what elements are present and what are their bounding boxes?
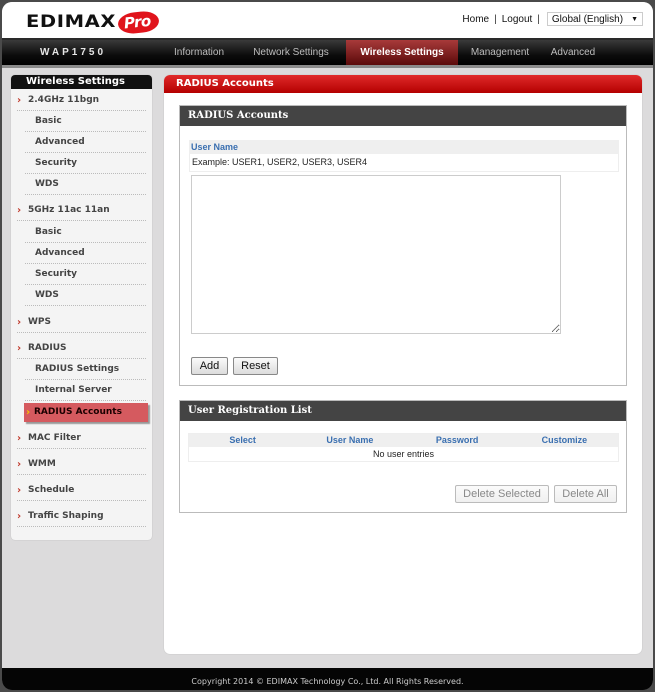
main-nav: WAP1750 Information Network Settings Wir… (2, 38, 653, 68)
sidebar-item-label: Schedule (28, 485, 75, 495)
separator: | (494, 13, 497, 25)
sidebar-item-2-4-advanced[interactable]: Advanced (11, 132, 152, 153)
top-bar: EDIMAX Pro Home | Logout | Global (Engli… (2, 2, 653, 38)
main-content: RADIUS Accounts RADIUS Accounts User Nam… (164, 75, 642, 654)
chevron-right-icon: › (17, 459, 22, 470)
chevron-right-icon: › (17, 511, 22, 522)
nav-network-settings[interactable]: Network Settings (246, 40, 336, 65)
sidebar-item-label: MAC Filter (28, 433, 81, 443)
sidebar-item-traffic-shaping[interactable]: › Traffic Shaping (11, 506, 152, 527)
panel-title: User Registration List (180, 401, 626, 421)
language-select[interactable]: Global (English) ▼ (546, 12, 643, 26)
column-header-select: Select (229, 435, 256, 445)
language-value: Global (English) (551, 13, 624, 25)
page-title: RADIUS Accounts (164, 75, 642, 93)
user-registration-table: Select User Name Password Customize No u… (188, 433, 619, 462)
sidebar-item-label: Traffic Shaping (28, 511, 104, 521)
sidebar-item-label: RADIUS (28, 343, 67, 353)
sidebar-item-5-wds[interactable]: WDS (11, 285, 152, 306)
nav-wireless-settings[interactable]: Wireless Settings (346, 40, 458, 65)
user-name-hint: Example: USER1, USER2, USER3, USER4 (189, 154, 619, 172)
sidebar-item-wps[interactable]: › WPS (11, 312, 152, 333)
sidebar-item-5-security[interactable]: Security (11, 264, 152, 285)
app-frame: EDIMAX Pro Home | Logout | Global (Engli… (2, 2, 653, 690)
device-model: WAP1750 (40, 47, 107, 58)
chevron-right-icon: › (17, 317, 22, 328)
radius-accounts-panel: RADIUS Accounts User Name Example: USER1… (179, 105, 627, 386)
sidebar-title: Wireless Settings (11, 75, 152, 89)
column-header-password: Password (435, 435, 479, 445)
panel-title: RADIUS Accounts (180, 106, 626, 126)
sidebar-item-5-advanced[interactable]: Advanced (11, 243, 152, 264)
sidebar-item-wmm[interactable]: › WMM (11, 454, 152, 475)
sidebar-item-2-4-basic[interactable]: Basic (11, 111, 152, 132)
sidebar-item-schedule[interactable]: › Schedule (11, 480, 152, 501)
edimax-pro-logo: EDIMAX Pro (26, 9, 160, 35)
home-link[interactable]: Home (462, 14, 489, 25)
table-header: Select User Name Password Customize (189, 434, 618, 447)
reset-button[interactable]: Reset (233, 357, 278, 375)
sidebar-item-5-basic[interactable]: Basic (11, 222, 152, 243)
sidebar-item-radius-settings[interactable]: RADIUS Settings (11, 359, 152, 380)
delete-selected-button[interactable]: Delete Selected (455, 485, 549, 503)
user-name-label: User Name (189, 140, 619, 154)
sidebar-item-2-4ghz[interactable]: › 2.4GHz 11bgn (11, 90, 152, 111)
logo-pro-badge: Pro (117, 9, 160, 35)
sidebar-item-mac-filter[interactable]: › MAC Filter (11, 428, 152, 449)
chevron-right-icon: › (17, 433, 22, 444)
footer: Copyright 2014 © EDIMAX Technology Co., … (2, 668, 653, 690)
top-links: Home | Logout | Global (English) ▼ (462, 12, 643, 26)
chevron-right-icon: › (17, 205, 22, 216)
sidebar-item-2-4-wds[interactable]: WDS (11, 174, 152, 195)
column-header-user-name: User Name (326, 435, 374, 445)
sidebar-item-label: 2.4GHz 11bgn (28, 95, 100, 105)
sidebar-item-label: RADIUS Accounts (34, 407, 122, 417)
chevron-right-icon: › (17, 485, 22, 496)
sidebar: Wireless Settings › 2.4GHz 11bgn Basic Ad… (11, 75, 152, 540)
nav-management[interactable]: Management (468, 40, 532, 65)
user-registration-panel: User Registration List Select User Name … (179, 400, 627, 513)
sidebar-item-radius-accounts[interactable]: › RADIUS Accounts (24, 403, 148, 422)
column-header-customize: Customize (541, 435, 588, 445)
separator: | (537, 13, 540, 25)
sidebar-item-label: WPS (28, 317, 52, 327)
chevron-right-icon: › (17, 343, 22, 354)
sidebar-item-label: 5GHz 11ac 11an (28, 205, 110, 215)
sidebar-item-radius[interactable]: › RADIUS (11, 338, 152, 359)
add-button[interactable]: Add (191, 357, 228, 375)
nav-information[interactable]: Information (162, 40, 236, 65)
nav-advanced[interactable]: Advanced (547, 40, 599, 65)
sidebar-item-label: WMM (28, 459, 56, 469)
sidebar-item-2-4-security[interactable]: Security (11, 153, 152, 174)
empty-table-message: No user entries (372, 449, 435, 459)
sidebar-item-internal-server[interactable]: Internal Server (11, 380, 152, 401)
copyright-text: Copyright 2014 © EDIMAX Technology Co., … (191, 677, 464, 686)
sidebar-item-5ghz[interactable]: › 5GHz 11ac 11an (11, 200, 152, 221)
user-names-textarea[interactable] (191, 175, 561, 334)
delete-all-button[interactable]: Delete All (554, 485, 617, 503)
logout-link[interactable]: Logout (502, 14, 533, 25)
chevron-right-icon: › (26, 407, 31, 418)
chevron-down-icon: ▼ (631, 15, 638, 23)
chevron-right-icon: › (17, 95, 22, 106)
logo-wordmark: EDIMAX (26, 12, 116, 32)
